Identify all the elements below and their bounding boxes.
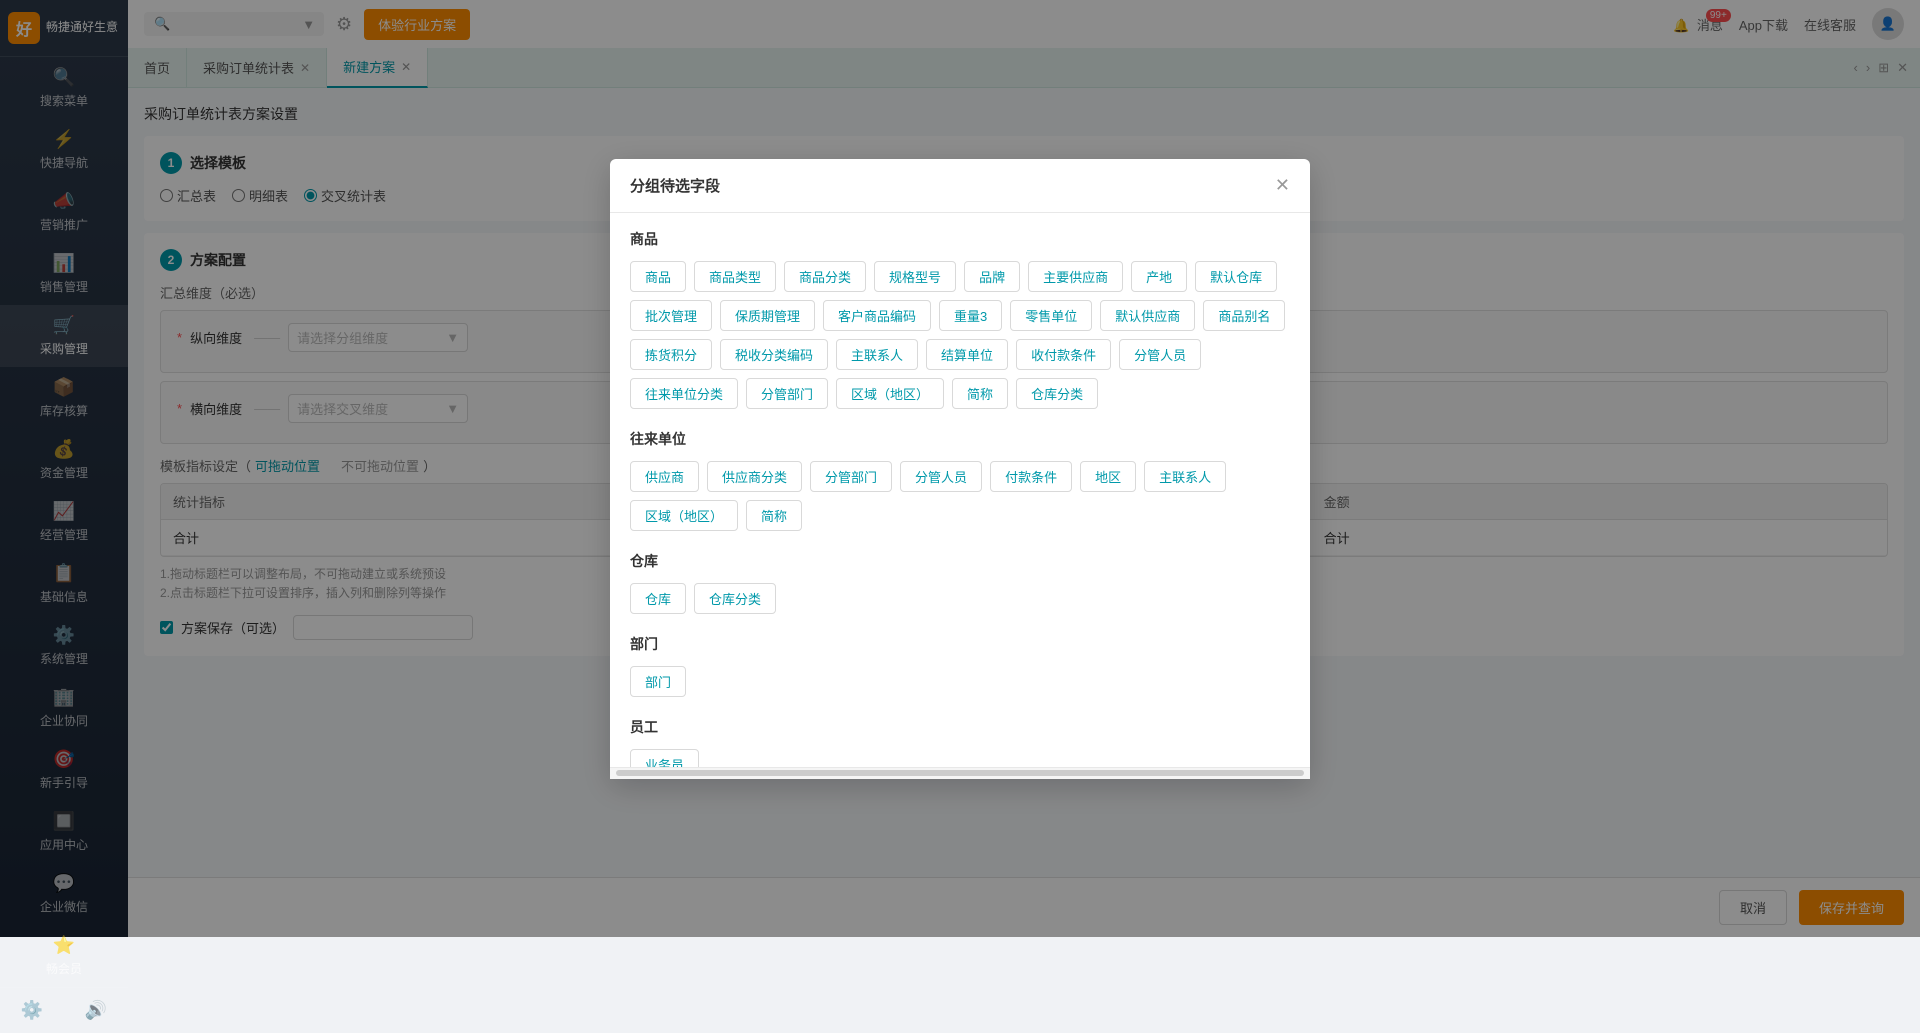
field-tag-product-1[interactable]: 商品类型	[694, 261, 776, 292]
field-tag-product-18[interactable]: 结算单位	[926, 339, 1008, 370]
field-tag-product-19[interactable]: 收付款条件	[1016, 339, 1111, 370]
field-group-title-department: 部门	[630, 634, 1290, 654]
speaker-icon[interactable]: 🔊	[85, 1000, 107, 1021]
field-tag-warehouse-1[interactable]: 仓库分类	[694, 583, 776, 614]
field-tag-partner-1[interactable]: 供应商分类	[707, 461, 802, 492]
modal-overlay: 分组待选字段 ✕ 商品商品商品类型商品分类规格型号品牌主要供应商产地默认仓库批次…	[0, 0, 1920, 937]
field-tag-product-6[interactable]: 产地	[1131, 261, 1187, 292]
field-tags-partner: 供应商供应商分类分管部门分管人员付款条件地区主联系人区域（地区） 简称	[630, 461, 1290, 531]
field-tags-product: 商品商品类型商品分类规格型号品牌主要供应商产地默认仓库批次管理保质期管理客户商品…	[630, 261, 1290, 409]
field-tag-partner-3[interactable]: 分管人员	[900, 461, 982, 492]
field-tag-partner-6[interactable]: 主联系人	[1144, 461, 1226, 492]
field-tag-product-22[interactable]: 分管部门	[746, 378, 828, 409]
field-tag-partner-4[interactable]: 付款条件	[990, 461, 1072, 492]
modal-title: 分组待选字段	[630, 175, 720, 196]
field-select-modal: 分组待选字段 ✕ 商品商品商品类型商品分类规格型号品牌主要供应商产地默认仓库批次…	[610, 159, 1310, 779]
modal-horizontal-scrollbar[interactable]	[610, 767, 1310, 779]
field-tag-product-23[interactable]: 区域（地区）	[836, 378, 944, 409]
field-tags-warehouse: 仓库仓库分类	[630, 583, 1290, 614]
field-tag-warehouse-0[interactable]: 仓库	[630, 583, 686, 614]
field-group-employee: 员工业务员	[630, 717, 1290, 767]
field-tag-product-0[interactable]: 商品	[630, 261, 686, 292]
field-tag-product-8[interactable]: 批次管理	[630, 300, 712, 331]
field-group-title-product: 商品	[630, 229, 1290, 249]
field-group-title-partner: 往来单位	[630, 429, 1290, 449]
field-tag-product-3[interactable]: 规格型号	[874, 261, 956, 292]
field-tag-partner-5[interactable]: 地区	[1080, 461, 1136, 492]
field-tag-partner-7[interactable]: 区域（地区）	[630, 500, 738, 531]
modal-close-btn[interactable]: ✕	[1275, 175, 1290, 196]
field-tag-product-25[interactable]: 仓库分类	[1016, 378, 1098, 409]
field-group-department: 部门部门	[630, 634, 1290, 697]
sidebar-bottom: ⚙️ 🔊	[0, 987, 128, 1033]
field-group-partner: 往来单位供应商供应商分类分管部门分管人员付款条件地区主联系人区域（地区） 简称	[630, 429, 1290, 531]
field-tag-product-11[interactable]: 重量3	[939, 300, 1002, 331]
sidebar-item-label: 畅会员	[46, 960, 82, 977]
field-tags-employee: 业务员	[630, 749, 1290, 767]
field-tag-product-21[interactable]: 往来单位分类	[630, 378, 738, 409]
field-tag-product-14[interactable]: 商品别名	[1203, 300, 1285, 331]
modal-header: 分组待选字段 ✕	[610, 159, 1310, 213]
field-tag-product-4[interactable]: 品牌	[964, 261, 1020, 292]
field-tag-product-17[interactable]: 主联系人	[836, 339, 918, 370]
field-tags-department: 部门	[630, 666, 1290, 697]
field-tag-product-20[interactable]: 分管人员	[1119, 339, 1201, 370]
field-group-warehouse: 仓库仓库仓库分类	[630, 551, 1290, 614]
field-tag-product-2[interactable]: 商品分类	[784, 261, 866, 292]
field-tag-partner-8[interactable]: 简称	[746, 500, 802, 531]
field-tag-department-0[interactable]: 部门	[630, 666, 686, 697]
scroll-thumb[interactable]	[616, 770, 1304, 776]
field-tag-product-24[interactable]: 简称	[952, 378, 1008, 409]
modal-body: 商品商品商品类型商品分类规格型号品牌主要供应商产地默认仓库批次管理保质期管理客户…	[610, 213, 1310, 767]
field-tag-product-15[interactable]: 拣货积分	[630, 339, 712, 370]
settings-bottom-icon[interactable]: ⚙️	[21, 1000, 43, 1021]
field-tag-product-9[interactable]: 保质期管理	[720, 300, 815, 331]
field-tag-product-7[interactable]: 默认仓库	[1195, 261, 1277, 292]
field-tag-partner-0[interactable]: 供应商	[630, 461, 699, 492]
field-tag-employee-0[interactable]: 业务员	[630, 749, 699, 767]
field-tag-product-5[interactable]: 主要供应商	[1028, 261, 1123, 292]
field-tag-product-10[interactable]: 客户商品编码	[823, 300, 931, 331]
field-tag-product-12[interactable]: 零售单位	[1010, 300, 1092, 331]
field-group-product: 商品商品商品类型商品分类规格型号品牌主要供应商产地默认仓库批次管理保质期管理客户…	[630, 229, 1290, 409]
field-tag-partner-2[interactable]: 分管部门	[810, 461, 892, 492]
field-group-title-employee: 员工	[630, 717, 1290, 737]
star-icon: ⭐	[53, 935, 75, 956]
field-group-title-warehouse: 仓库	[630, 551, 1290, 571]
field-tag-product-13[interactable]: 默认供应商	[1100, 300, 1195, 331]
field-tag-product-16[interactable]: 税收分类编码	[720, 339, 828, 370]
